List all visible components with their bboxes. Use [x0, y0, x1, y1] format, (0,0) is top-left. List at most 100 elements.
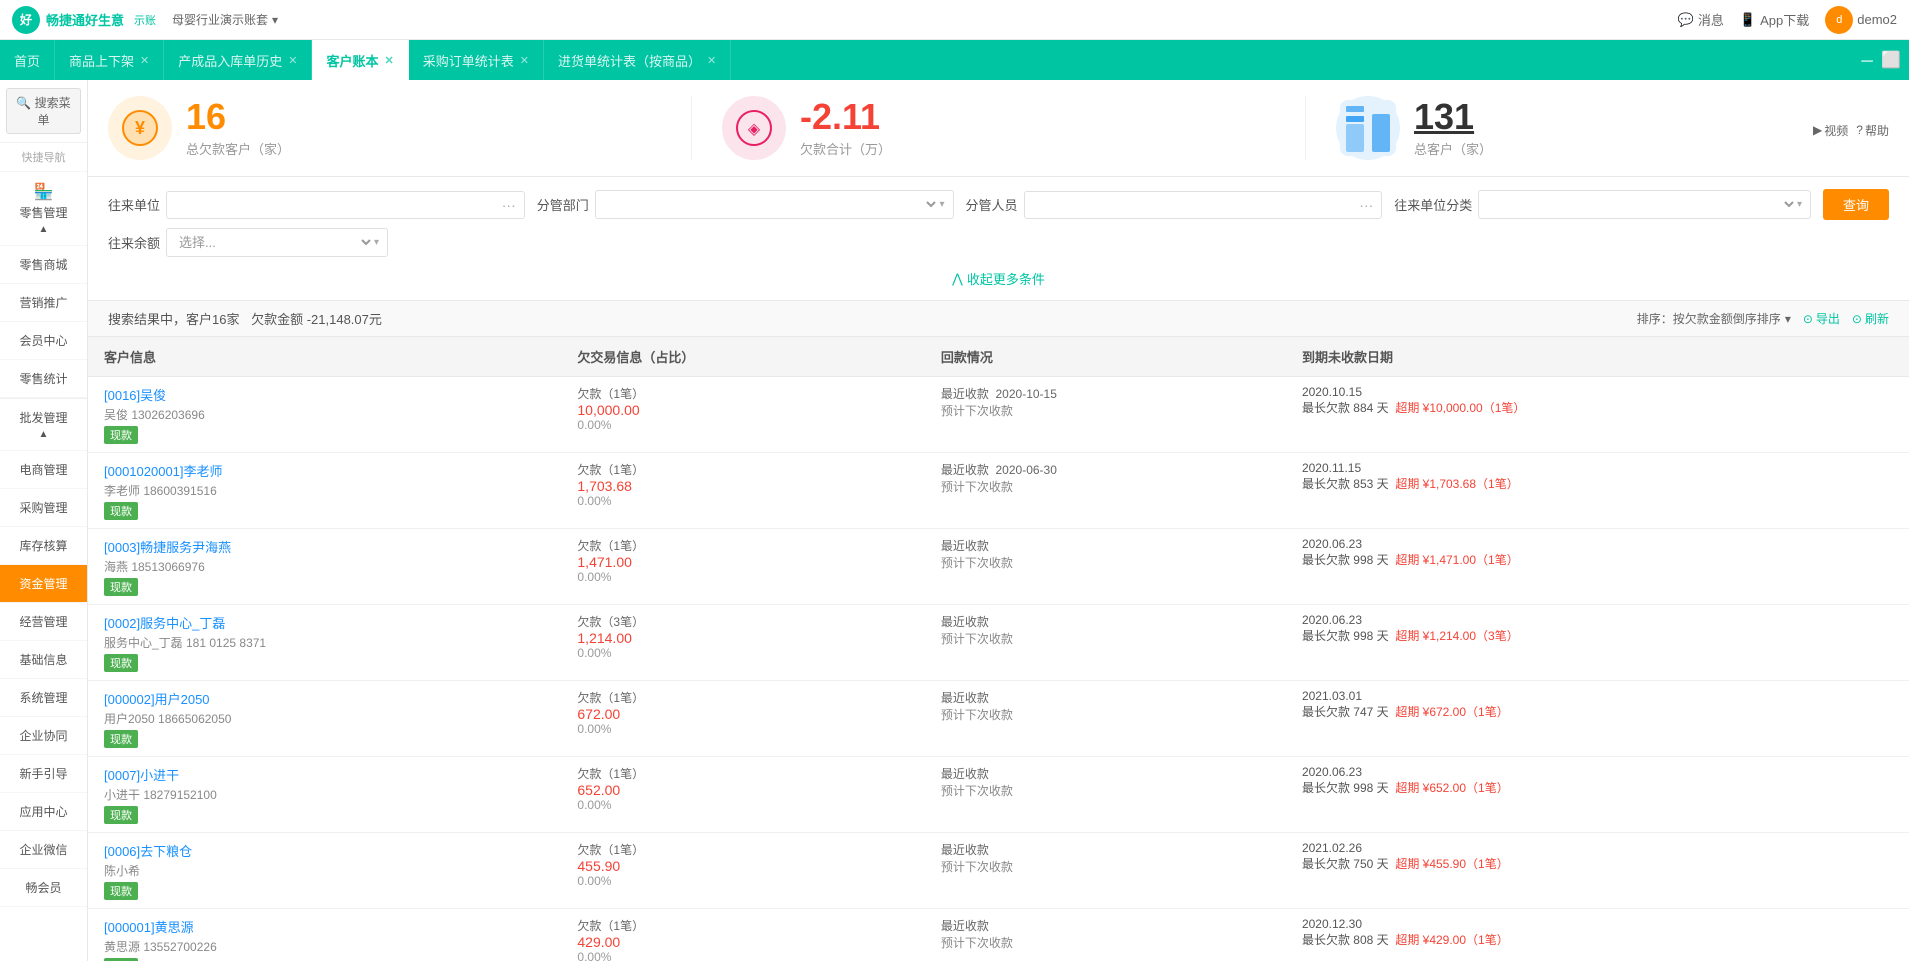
cell-duedate-0: 2020.10.15 最长欠款 884 天 超期 ¥10,000.00（1笔）: [1286, 377, 1909, 453]
overdue-link-6[interactable]: 超期 ¥455.90（1笔）: [1395, 857, 1508, 871]
overdue-days-6: 最长欠款 750 天 超期 ¥455.90（1笔）: [1302, 855, 1893, 872]
refresh-btn[interactable]: ⊙ 刷新: [1852, 310, 1889, 327]
video-btn[interactable]: ▶ 视频: [1813, 122, 1848, 139]
dept-select-field[interactable]: [604, 196, 940, 213]
customer-name-link-3[interactable]: [0002]服务中心_丁磊: [104, 613, 545, 632]
customer-name-link-7[interactable]: [000001]黄思源: [104, 917, 545, 936]
debt-amount-summary: 欠款金额 -21,148.07元: [251, 312, 382, 327]
help-btn[interactable]: ? 帮助: [1856, 122, 1889, 139]
tab-close-purchase-order[interactable]: ✕: [520, 54, 529, 67]
filter-person-input[interactable]: ···: [1024, 191, 1383, 219]
customer-name-link-0[interactable]: [0016]吴俊: [104, 385, 545, 404]
debt-amount-1[interactable]: 1,703.68: [577, 478, 908, 494]
cell-customer-1: [0001020001]李老师 李老师 18600391516 现款: [88, 453, 561, 529]
source-unit-dots[interactable]: ···: [502, 197, 516, 213]
sidebar-item-inventory[interactable]: 库存核算: [0, 527, 87, 565]
refresh-icon: ⊙: [1852, 312, 1862, 326]
sidebar-item-retail-stats[interactable]: 零售统计: [0, 360, 87, 398]
payback-next-7: 预计下次收款: [941, 934, 1270, 951]
unit-category-select-field[interactable]: [1487, 196, 1797, 213]
source-unit-field[interactable]: [175, 197, 502, 212]
overdue-link-5[interactable]: 超期 ¥652.00（1笔）: [1395, 781, 1508, 795]
app-download-btn[interactable]: 📱 App下载: [1740, 10, 1809, 29]
user-avatar[interactable]: d demo2: [1825, 6, 1897, 34]
customer-name-link-6[interactable]: [0006]去下粮仓: [104, 841, 545, 860]
overdue-link-0[interactable]: 超期 ¥10,000.00（1笔）: [1395, 401, 1525, 415]
customer-name-link-4[interactable]: [000002]用户2050: [104, 689, 545, 708]
sort-select[interactable]: 排序：按欠款金额倒序排序 ▾: [1637, 310, 1791, 327]
cell-debt-1: 欠款（1笔） 1,703.68 0.00%: [561, 453, 924, 529]
sidebar-item-marketing[interactable]: 营销推广: [0, 284, 87, 322]
due-date-5: 2020.06.23: [1302, 765, 1893, 779]
tab-close-customer-account[interactable]: ✕: [385, 54, 394, 67]
collapse-btn[interactable]: ⋀ 收起更多条件: [108, 265, 1889, 292]
debt-amount-6[interactable]: 455.90: [577, 858, 908, 874]
tab-close-products-shelf[interactable]: ✕: [140, 54, 149, 67]
person-dots[interactable]: ···: [1359, 197, 1373, 213]
svg-text:◈: ◈: [748, 121, 761, 138]
sidebar-item-member-center[interactable]: 会员中心: [0, 322, 87, 360]
cell-payback-0: 最近收款 2020-10-15 预计下次收款: [925, 377, 1286, 453]
filter-dept-select[interactable]: ▾: [595, 190, 954, 219]
tab-maximize-icon[interactable]: ⬜: [1881, 50, 1901, 70]
tab-purchase-order[interactable]: 采购订单统计表 ✕: [409, 40, 544, 80]
tab-close-production-history[interactable]: ✕: [288, 54, 297, 67]
avatar: d: [1825, 6, 1853, 34]
tab-products-shelf[interactable]: 商品上下架 ✕: [55, 40, 164, 80]
debt-amount-2[interactable]: 1,471.00: [577, 554, 908, 570]
tab-purchase-stats[interactable]: 进货单统计表（按商品） ✕: [544, 40, 731, 80]
overdue-link-3[interactable]: 超期 ¥1,214.00（3笔）: [1395, 629, 1518, 643]
tab-customer-account[interactable]: 客户账本 ✕: [312, 40, 408, 80]
debt-amount-3[interactable]: 1,214.00: [577, 630, 908, 646]
tab-home[interactable]: 首页: [0, 40, 55, 80]
sidebar-item-new-guide[interactable]: 新手引导: [0, 755, 87, 793]
sidebar-item-batch-mgmt[interactable]: 批发管理 ▲: [0, 399, 87, 451]
sidebar-item-operation-mgmt[interactable]: 经营管理: [0, 603, 87, 641]
tab-production-history[interactable]: 产成品入库单历史 ✕: [164, 40, 312, 80]
sidebar-item-capital-mgmt[interactable]: 资金管理: [0, 565, 87, 603]
sidebar-item-vip-member[interactable]: 畅会员: [0, 869, 87, 907]
customer-name-link-5[interactable]: [0007]小进干: [104, 765, 545, 784]
person-field[interactable]: [1033, 197, 1360, 212]
customer-name-link-2[interactable]: [0003]畅捷服务尹海燕: [104, 537, 545, 556]
sidebar-item-purchase-mgmt[interactable]: 采购管理: [0, 489, 87, 527]
balance-chevron-icon: ▾: [374, 237, 379, 248]
sidebar-search[interactable]: 🔍 搜索菜单: [0, 80, 87, 143]
sidebar-search-btn[interactable]: 🔍 搜索菜单: [6, 88, 81, 134]
sidebar-item-enterprise-wechat[interactable]: 企业微信: [0, 831, 87, 869]
message-btn[interactable]: 💬 消息: [1678, 10, 1724, 29]
customer-name-link-1[interactable]: [0001020001]李老师: [104, 461, 545, 480]
filter-balance-select[interactable]: 选择... ▾: [166, 228, 388, 257]
tab-minimize-icon[interactable]: －: [1859, 48, 1875, 72]
sidebar-item-enterprise-collab[interactable]: 企业协同: [0, 717, 87, 755]
export-btn[interactable]: ⊙ 导出: [1803, 310, 1840, 327]
overdue-link-1[interactable]: 超期 ¥1,703.68（1笔）: [1395, 477, 1518, 491]
search-button[interactable]: 查询: [1823, 189, 1889, 220]
stat-label-1: 总欠款客户（家）: [186, 139, 290, 158]
debt-amount-5[interactable]: 652.00: [577, 782, 908, 798]
sidebar-item-retail-mgmt[interactable]: 🏪 零售管理 ▲: [0, 172, 87, 246]
overdue-link-2[interactable]: 超期 ¥1,471.00（1笔）: [1395, 553, 1518, 567]
tab-close-purchase-stats[interactable]: ✕: [707, 54, 716, 67]
due-date-2: 2020.06.23: [1302, 537, 1893, 551]
due-date-7: 2020.12.30: [1302, 917, 1893, 931]
due-date-4: 2021.03.01: [1302, 689, 1893, 703]
sidebar-item-retail-mall[interactable]: 零售商城: [0, 246, 87, 284]
overdue-link-7[interactable]: 超期 ¥429.00（1笔）: [1395, 933, 1508, 947]
overdue-link-4[interactable]: 超期 ¥672.00（1笔）: [1395, 705, 1508, 719]
debt-amount-0[interactable]: 10,000.00: [577, 402, 908, 418]
filter-source-unit-input[interactable]: ···: [166, 191, 525, 219]
company-selector[interactable]: 母婴行业演示账套 ▾: [172, 11, 278, 28]
balance-select-field[interactable]: 选择...: [175, 234, 374, 251]
sidebar-item-system-mgmt[interactable]: 系统管理: [0, 679, 87, 717]
debt-amount-4[interactable]: 672.00: [577, 706, 908, 722]
debt-amount-7[interactable]: 429.00: [577, 934, 908, 950]
filter-label-person: 分管人员: [966, 195, 1018, 214]
cell-customer-5: [0007]小进干 小进干 18279152100 现款: [88, 757, 561, 833]
sidebar-item-ecommerce[interactable]: 电商管理: [0, 451, 87, 489]
debt-percent-5: 0.00%: [577, 798, 908, 812]
sidebar-item-app-center[interactable]: 应用中心: [0, 793, 87, 831]
cell-payback-5: 最近收款 预计下次收款: [925, 757, 1286, 833]
filter-unit-category-select[interactable]: ▾: [1478, 190, 1811, 219]
sidebar-item-basic-info[interactable]: 基础信息: [0, 641, 87, 679]
